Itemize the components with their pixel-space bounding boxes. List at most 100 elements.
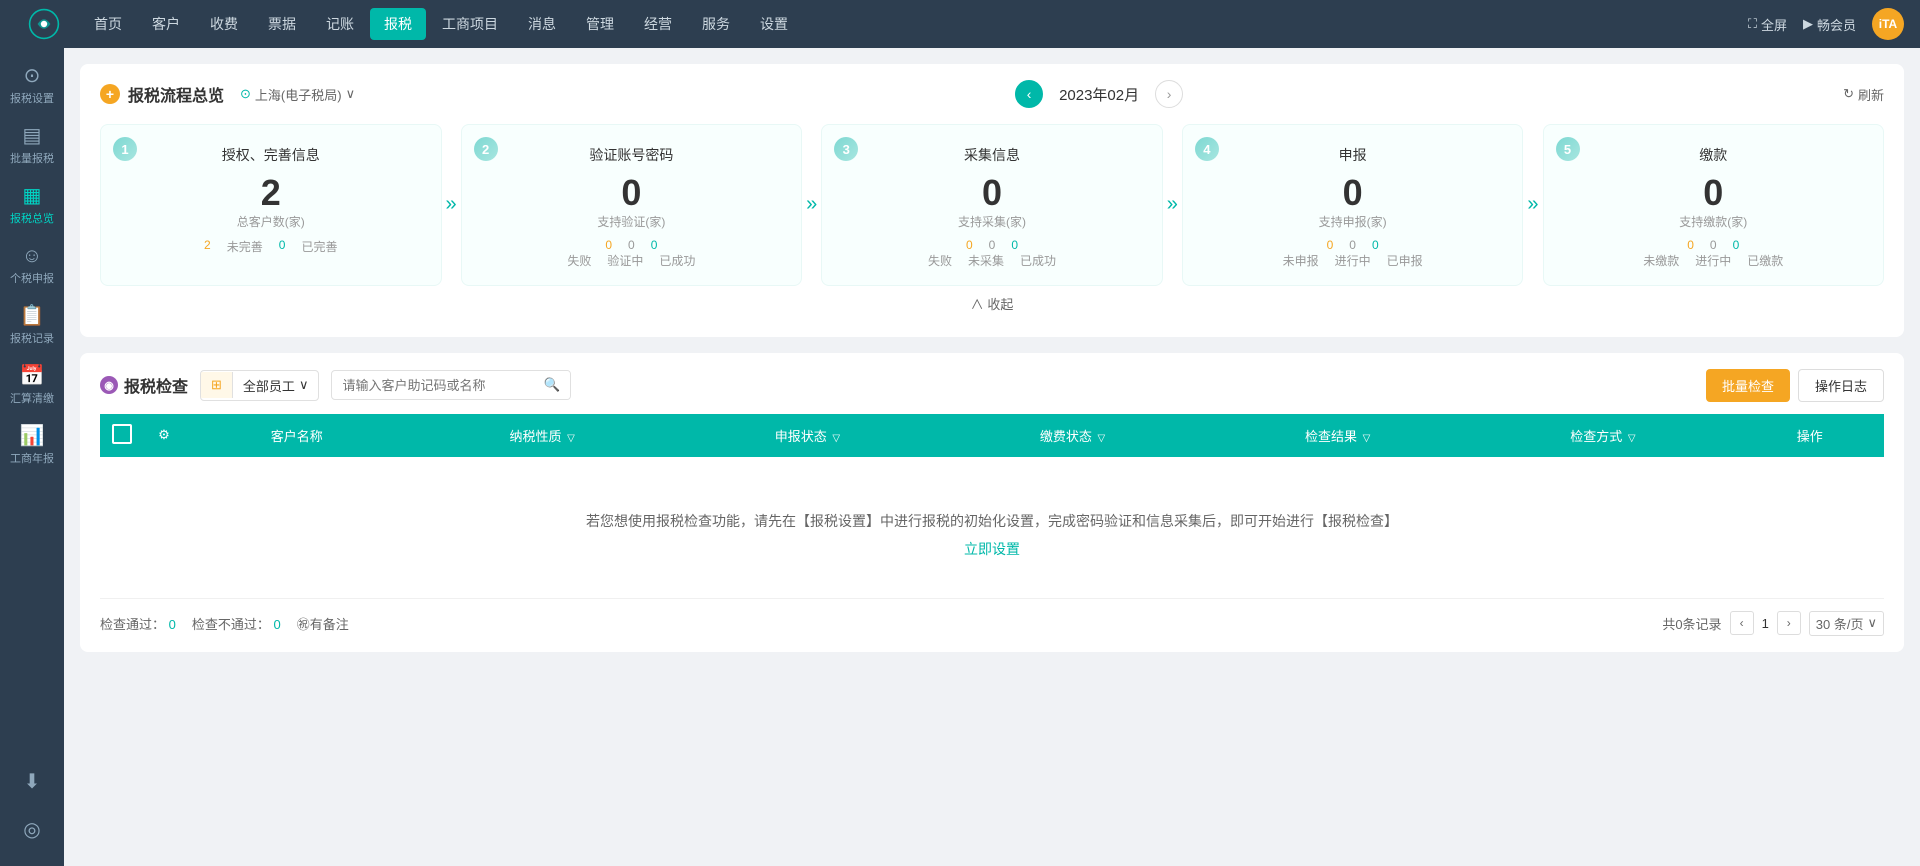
sidebar-item-tax-settings[interactable]: ⊙ 报税设置 [0, 56, 64, 116]
th-customer-name[interactable]: 客户名称 [184, 414, 410, 457]
fullscreen-button[interactable]: ⛶ 全屏 [1748, 15, 1787, 34]
location-pin-icon: ⊙ [240, 86, 251, 102]
step-subtitle-3: 支持采集(家) [838, 213, 1146, 230]
prev-month-button[interactable]: ‹ [1015, 80, 1043, 108]
stat-pending-1-label: 未完善 [227, 238, 263, 255]
fail-value[interactable]: 0 [274, 617, 281, 632]
arrow-icon-1: » [446, 193, 457, 216]
check-result-label: 检查结果 [1305, 429, 1357, 444]
batch-check-button[interactable]: 批量检查 [1706, 369, 1790, 402]
stat-label-success-2: 已成功 [659, 252, 695, 269]
refresh-label: 刷新 [1858, 85, 1884, 104]
batch-tax-icon: ▤ [23, 126, 42, 146]
employee-filter-dropdown[interactable]: 全部员工 ∨ [233, 371, 319, 400]
th-fee-status[interactable]: 缴费状态 ▽ [940, 414, 1205, 457]
empty-message: 若您想使用报税检查功能，请先在【报税设置】中进行报税的初始化设置，完成密码验证和… [112, 467, 1872, 594]
flow-step-payment: 5 缴款 0 支持缴款(家) 0 0 0 未缴款 进行中 已缴款 [1543, 124, 1885, 286]
sidebar-item-tax-overview[interactable]: ▦ 报税总览 [0, 176, 64, 236]
stat-success-4[interactable]: 0 [1372, 238, 1379, 252]
step-stats-5: 0 0 0 [1560, 238, 1868, 252]
sidebar-item-settlement[interactable]: 📅 汇算清缴 [0, 356, 64, 416]
stat-success-2[interactable]: 0 [651, 238, 658, 252]
th-operation: 操作 [1735, 414, 1884, 457]
first-page-button[interactable]: ‹ [1730, 611, 1754, 635]
nav-item-service[interactable]: 服务 [688, 8, 744, 40]
search-button[interactable]: 🔍 [534, 371, 571, 399]
th-tax-nature[interactable]: 纳税性质 ▽ [410, 414, 675, 457]
fullscreen-icon: ⛶ [1748, 16, 1757, 32]
stat-label-fail-3: 失败 [928, 252, 952, 269]
step-subtitle-1: 总客户数(家) [117, 213, 425, 230]
tax-settings-icon: ⊙ [24, 66, 41, 86]
collapse-bar[interactable]: ∧ 收起 [100, 286, 1884, 321]
nav-item-customer[interactable]: 客户 [138, 8, 194, 40]
sidebar-item-batch-tax[interactable]: ▤ 批量报税 [0, 116, 64, 176]
step-title-3: 采集信息 [838, 145, 1146, 165]
search-input[interactable] [332, 372, 533, 399]
th-check-result[interactable]: 检查结果 ▽ [1205, 414, 1470, 457]
fail-label: 检查不通过： 0 [192, 614, 281, 633]
stat-success-1[interactable]: 0 [279, 238, 286, 255]
table-empty-row: 若您想使用报税检查功能，请先在【报税设置】中进行报税的初始化设置，完成密码验证和… [100, 457, 1884, 594]
step-stats-4: 0 0 0 [1199, 238, 1507, 252]
sidebar-item-annual-report[interactable]: 📊 工商年报 [0, 416, 64, 476]
th-settings[interactable]: ⚙ [144, 414, 184, 457]
avatar[interactable]: iTA [1872, 8, 1904, 40]
nav-item-business[interactable]: 工商项目 [428, 8, 512, 40]
empty-message-text: 若您想使用报税检查功能，请先在【报税设置】中进行报税的初始化设置，完成密码验证和… [152, 507, 1832, 535]
stat-success-3[interactable]: 0 [1011, 238, 1018, 252]
step-stat-labels-2: 失败 验证中 已成功 [478, 252, 786, 269]
employee-filter-value-text: 全部员工 [243, 376, 295, 395]
step-title-5: 缴款 [1560, 145, 1868, 165]
next-month-button[interactable]: › [1155, 80, 1183, 108]
settings-icon: ⚙ [158, 427, 170, 442]
nav-item-tax[interactable]: 报税 [370, 8, 426, 40]
table-scroll-area: ⚙ 客户名称 纳税性质 ▽ 申报状态 ▽ [100, 414, 1884, 594]
header-checkbox[interactable] [112, 424, 132, 444]
annual-report-label: 工商年报 [10, 450, 54, 466]
operation-log-button[interactable]: 操作日志 [1798, 369, 1884, 402]
stat-label-fail-5: 未缴款 [1643, 252, 1679, 269]
stat-fail-2[interactable]: 0 [605, 238, 612, 252]
nav-item-operation[interactable]: 经营 [630, 8, 686, 40]
nav-item-home[interactable]: 首页 [80, 8, 136, 40]
step-subtitle-4: 支持申报(家) [1199, 213, 1507, 230]
download-icon: ⬇ [24, 772, 41, 792]
sidebar-item-tax-record[interactable]: 📋 报税记录 [0, 296, 64, 356]
declare-status-filter-icon: ▽ [832, 433, 840, 444]
immediate-setup-link[interactable]: 立即设置 [964, 541, 1020, 557]
stat-fail-5[interactable]: 0 [1687, 238, 1694, 252]
stat-label-fail-4: 未申报 [1283, 252, 1319, 269]
stat-fail-4[interactable]: 0 [1327, 238, 1334, 252]
nav-item-settings[interactable]: 设置 [746, 8, 802, 40]
flow-location-text: 上海(电子税局) [255, 85, 342, 104]
table-header-row: ⚙ 客户名称 纳税性质 ▽ 申报状态 ▽ [100, 414, 1884, 457]
stat-label-pending-3: 未采集 [968, 252, 1004, 269]
sidebar-location-button[interactable]: ◎ [19, 810, 44, 854]
stat-success-5[interactable]: 0 [1733, 238, 1740, 252]
check-title: ◉ 报税检查 [100, 373, 188, 397]
stat-fail-1[interactable]: 2 [204, 238, 211, 255]
sidebar-item-personal-tax[interactable]: ☺ 个税申报 [0, 236, 64, 296]
stat-pending-3: 0 [989, 238, 996, 252]
th-check-method[interactable]: 检查方式 ▽ [1470, 414, 1735, 457]
refresh-button[interactable]: ↻ 刷新 [1843, 85, 1884, 104]
pass-value[interactable]: 0 [169, 617, 176, 632]
employee-filter[interactable]: ⊞ 全部员工 ∨ [200, 370, 319, 401]
nav-item-management[interactable]: 管理 [572, 8, 628, 40]
nav-item-invoice[interactable]: 票据 [254, 8, 310, 40]
nav-item-fees[interactable]: 收费 [196, 8, 252, 40]
arrow-4: » [1523, 124, 1542, 286]
nav-item-message[interactable]: 消息 [514, 8, 570, 40]
flow-location[interactable]: ⊙ 上海(电子税局) ∨ [240, 85, 355, 104]
stat-label-pending-2: 验证中 [607, 252, 643, 269]
stat-fail-3[interactable]: 0 [966, 238, 973, 252]
page-size-selector[interactable]: 30 条/页 ∨ [1809, 611, 1884, 636]
nav-item-bookkeeping[interactable]: 记账 [312, 8, 368, 40]
member-button[interactable]: ▶ 畅会员 [1803, 15, 1856, 34]
next-page-button[interactable]: › [1777, 611, 1801, 635]
step-stat-labels-5: 未缴款 进行中 已缴款 [1560, 252, 1868, 269]
th-declare-status[interactable]: 申报状态 ▽ [675, 414, 940, 457]
sidebar-download-button[interactable]: ⬇ [19, 762, 44, 806]
stat-label-success-3: 已成功 [1020, 252, 1056, 269]
